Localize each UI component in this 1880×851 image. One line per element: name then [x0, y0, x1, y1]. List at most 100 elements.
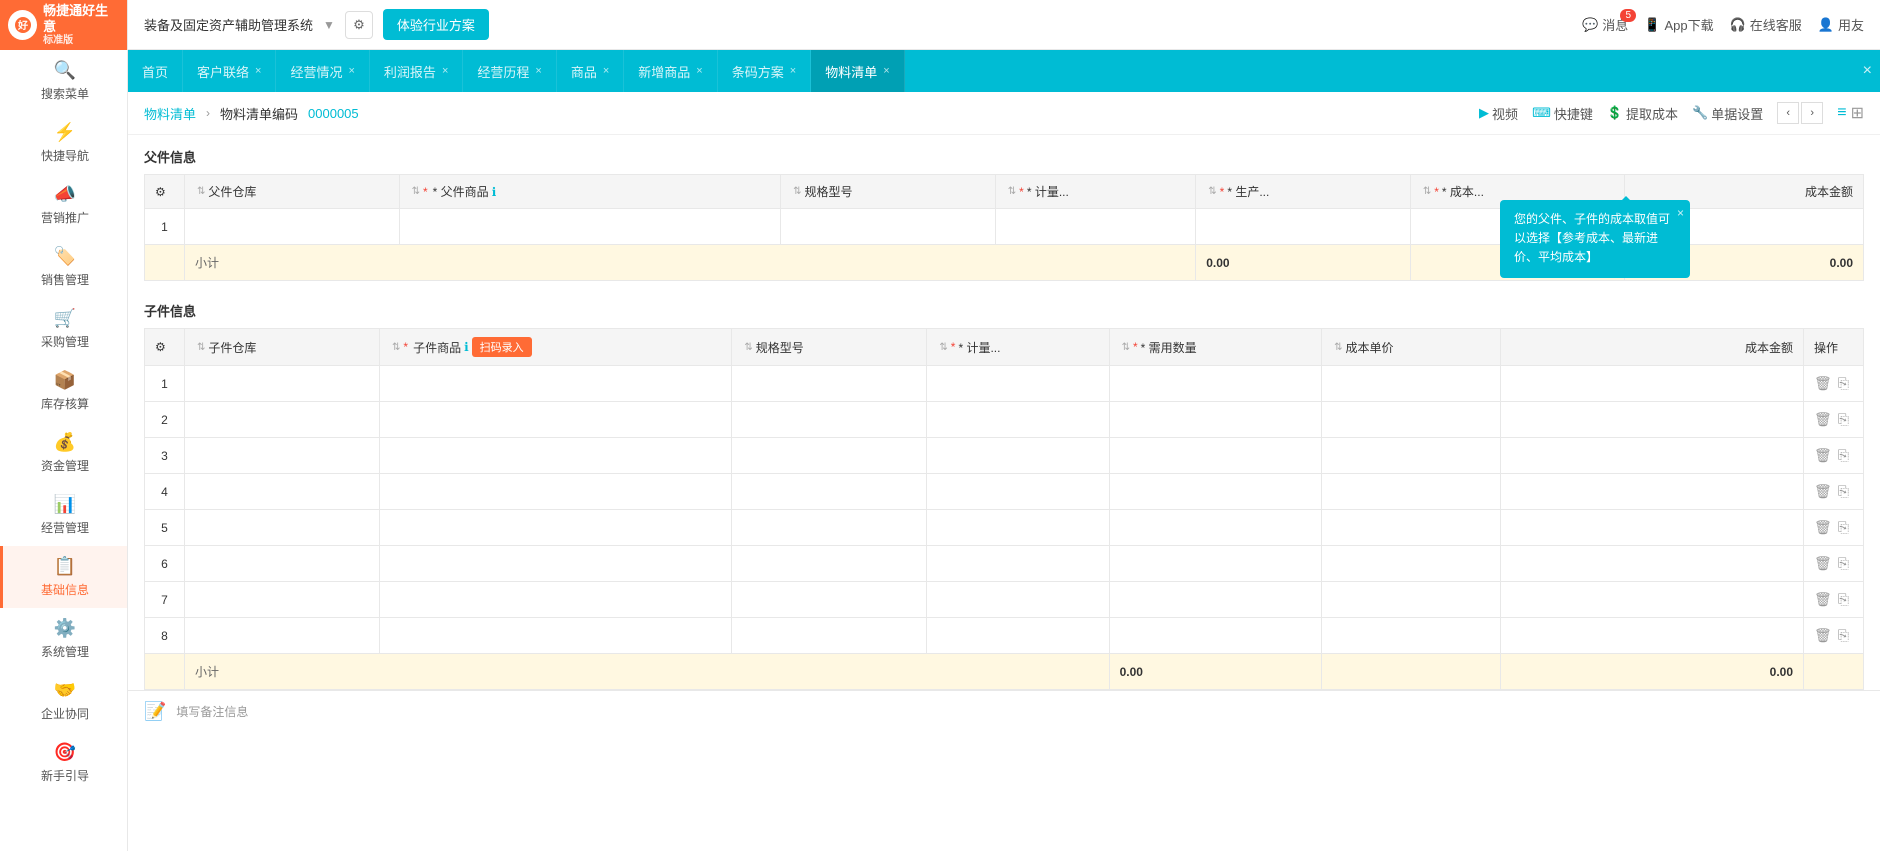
child-row-8-unit-cost[interactable]: [1322, 618, 1501, 654]
child-row-6-amount[interactable]: [1500, 546, 1803, 582]
child-row-6-qty[interactable]: [1109, 546, 1322, 582]
child-row-7-product[interactable]: [380, 582, 732, 618]
child-row-8-qty[interactable]: [1109, 618, 1322, 654]
close-new-products-tab[interactable]: ×: [696, 65, 702, 77]
sidebar-item-guide[interactable]: 🎯 新手引导: [0, 732, 127, 794]
sort-production[interactable]: ⇅: [1208, 186, 1216, 197]
child-row-2-warehouse[interactable]: [185, 402, 380, 438]
sidebar-item-system[interactable]: ⚙️ 系统管理: [0, 608, 127, 670]
child-row-5-qty[interactable]: [1109, 510, 1322, 546]
next-arrow[interactable]: ›: [1801, 102, 1823, 124]
child-sort-warehouse[interactable]: ⇅: [197, 342, 205, 353]
child-sort-unit-cost[interactable]: ⇅: [1334, 342, 1342, 353]
sidebar-item-enterprise[interactable]: 🤝 企业协同: [0, 670, 127, 732]
settings-button[interactable]: ⚙: [345, 11, 373, 39]
trial-button[interactable]: 体验行业方案: [383, 9, 489, 40]
tab-barcode[interactable]: 条码方案 ×: [718, 50, 811, 92]
child-row-7-qty[interactable]: [1109, 582, 1322, 618]
sidebar-item-marketing[interactable]: 📣 营销推广: [0, 174, 127, 236]
copy-row-6-icon[interactable]: ⎘: [1838, 555, 1849, 572]
close-products-tab[interactable]: ×: [603, 65, 609, 77]
parent-row-1-product[interactable]: [399, 209, 781, 245]
sidebar-item-basic-info[interactable]: 📋 基础信息: [0, 546, 127, 608]
child-row-8-amount[interactable]: [1500, 618, 1803, 654]
child-row-1-amount[interactable]: [1500, 366, 1803, 402]
copy-row-2-icon[interactable]: ⎘: [1838, 411, 1849, 428]
child-row-3-qty[interactable]: [1109, 438, 1322, 474]
tab-profit[interactable]: 利润报告 ×: [370, 50, 463, 92]
user-menu[interactable]: 👤 用友: [1818, 15, 1864, 34]
child-row-2-qty[interactable]: [1109, 402, 1322, 438]
app-download-button[interactable]: 📱 App下载: [1644, 15, 1713, 34]
parent-product-info-icon[interactable]: ℹ: [492, 185, 497, 199]
child-row-5-amount[interactable]: [1500, 510, 1803, 546]
delete-row-1-icon[interactable]: 🗑: [1814, 375, 1832, 392]
child-sort-product[interactable]: ⇅: [392, 342, 400, 353]
video-button[interactable]: ▶ 视频: [1479, 104, 1518, 123]
child-row-1-product[interactable]: [380, 366, 732, 402]
child-row-7-unit-cost[interactable]: [1322, 582, 1501, 618]
tab-new-products[interactable]: 新增商品 ×: [624, 50, 717, 92]
child-row-5-unit[interactable]: [927, 510, 1109, 546]
breadcrumb-parent[interactable]: 物料清单: [144, 104, 196, 123]
sidebar-item-sales[interactable]: 🏷️ 销售管理: [0, 236, 127, 298]
delete-row-3-icon[interactable]: 🗑: [1814, 447, 1832, 464]
child-row-1-unit-cost[interactable]: [1322, 366, 1501, 402]
tab-bom[interactable]: 物料清单 ×: [811, 50, 904, 92]
child-row-5-unit-cost[interactable]: [1322, 510, 1501, 546]
child-row-4-spec[interactable]: [732, 474, 927, 510]
sort-unit[interactable]: ⇅: [1008, 186, 1016, 197]
child-row-8-spec[interactable]: [732, 618, 927, 654]
child-row-6-unit-cost[interactable]: [1322, 546, 1501, 582]
delete-row-7-icon[interactable]: 🗑: [1814, 591, 1832, 608]
scan-button[interactable]: 扫码录入: [472, 337, 532, 357]
child-row-5-warehouse[interactable]: [185, 510, 380, 546]
delete-row-6-icon[interactable]: 🗑: [1814, 555, 1832, 572]
close-barcode-tab[interactable]: ×: [790, 65, 796, 77]
close-profit-tab[interactable]: ×: [442, 65, 448, 77]
copy-row-3-icon[interactable]: ⎘: [1838, 447, 1849, 464]
child-row-4-product[interactable]: [380, 474, 732, 510]
list-view-icon[interactable]: ≡: [1837, 104, 1846, 122]
child-row-2-amount[interactable]: [1500, 402, 1803, 438]
child-row-4-unit-cost[interactable]: [1322, 474, 1501, 510]
child-row-3-product[interactable]: [380, 438, 732, 474]
close-all-tabs[interactable]: ×: [1863, 62, 1872, 80]
child-row-7-warehouse[interactable]: [185, 582, 380, 618]
child-row-3-amount[interactable]: [1500, 438, 1803, 474]
prev-arrow[interactable]: ‹: [1777, 102, 1799, 124]
child-row-4-unit[interactable]: [927, 474, 1109, 510]
tab-operations[interactable]: 经营情况 ×: [276, 50, 369, 92]
child-row-1-spec[interactable]: [732, 366, 927, 402]
parent-row-1-spec[interactable]: [781, 209, 996, 245]
tab-customers[interactable]: 客户联络 ×: [183, 50, 276, 92]
single-settings-button[interactable]: 🔧 单据设置: [1692, 104, 1763, 123]
child-row-7-unit[interactable]: [927, 582, 1109, 618]
child-settings-icon[interactable]: ⚙: [155, 340, 166, 354]
sidebar-item-inventory[interactable]: 📦 库存核算: [0, 360, 127, 422]
system-dropdown-arrow[interactable]: ▼: [323, 18, 335, 32]
child-row-6-warehouse[interactable]: [185, 546, 380, 582]
delete-row-2-icon[interactable]: 🗑: [1814, 411, 1832, 428]
child-sort-spec[interactable]: ⇅: [744, 342, 752, 353]
copy-row-8-icon[interactable]: ⎘: [1838, 627, 1849, 644]
child-row-1-warehouse[interactable]: [185, 366, 380, 402]
settings-icon[interactable]: ⚙: [155, 185, 166, 199]
child-row-3-warehouse[interactable]: [185, 438, 380, 474]
child-row-4-qty[interactable]: [1109, 474, 1322, 510]
child-row-4-warehouse[interactable]: [185, 474, 380, 510]
close-history-tab[interactable]: ×: [535, 65, 541, 77]
close-bom-tab[interactable]: ×: [883, 65, 889, 77]
child-row-8-unit[interactable]: [927, 618, 1109, 654]
child-row-2-unit[interactable]: [927, 402, 1109, 438]
sidebar-item-operation[interactable]: 📊 经营管理: [0, 484, 127, 546]
message-button[interactable]: 💬 消息 5: [1582, 15, 1628, 34]
sidebar-item-search[interactable]: 🔍 搜索菜单: [0, 50, 127, 112]
parent-row-1-warehouse[interactable]: [185, 209, 400, 245]
child-row-3-unit[interactable]: [927, 438, 1109, 474]
child-row-6-spec[interactable]: [732, 546, 927, 582]
online-service-button[interactable]: 🎧 在线客服: [1730, 15, 1802, 34]
child-row-7-amount[interactable]: [1500, 582, 1803, 618]
child-row-5-spec[interactable]: [732, 510, 927, 546]
child-row-6-unit[interactable]: [927, 546, 1109, 582]
